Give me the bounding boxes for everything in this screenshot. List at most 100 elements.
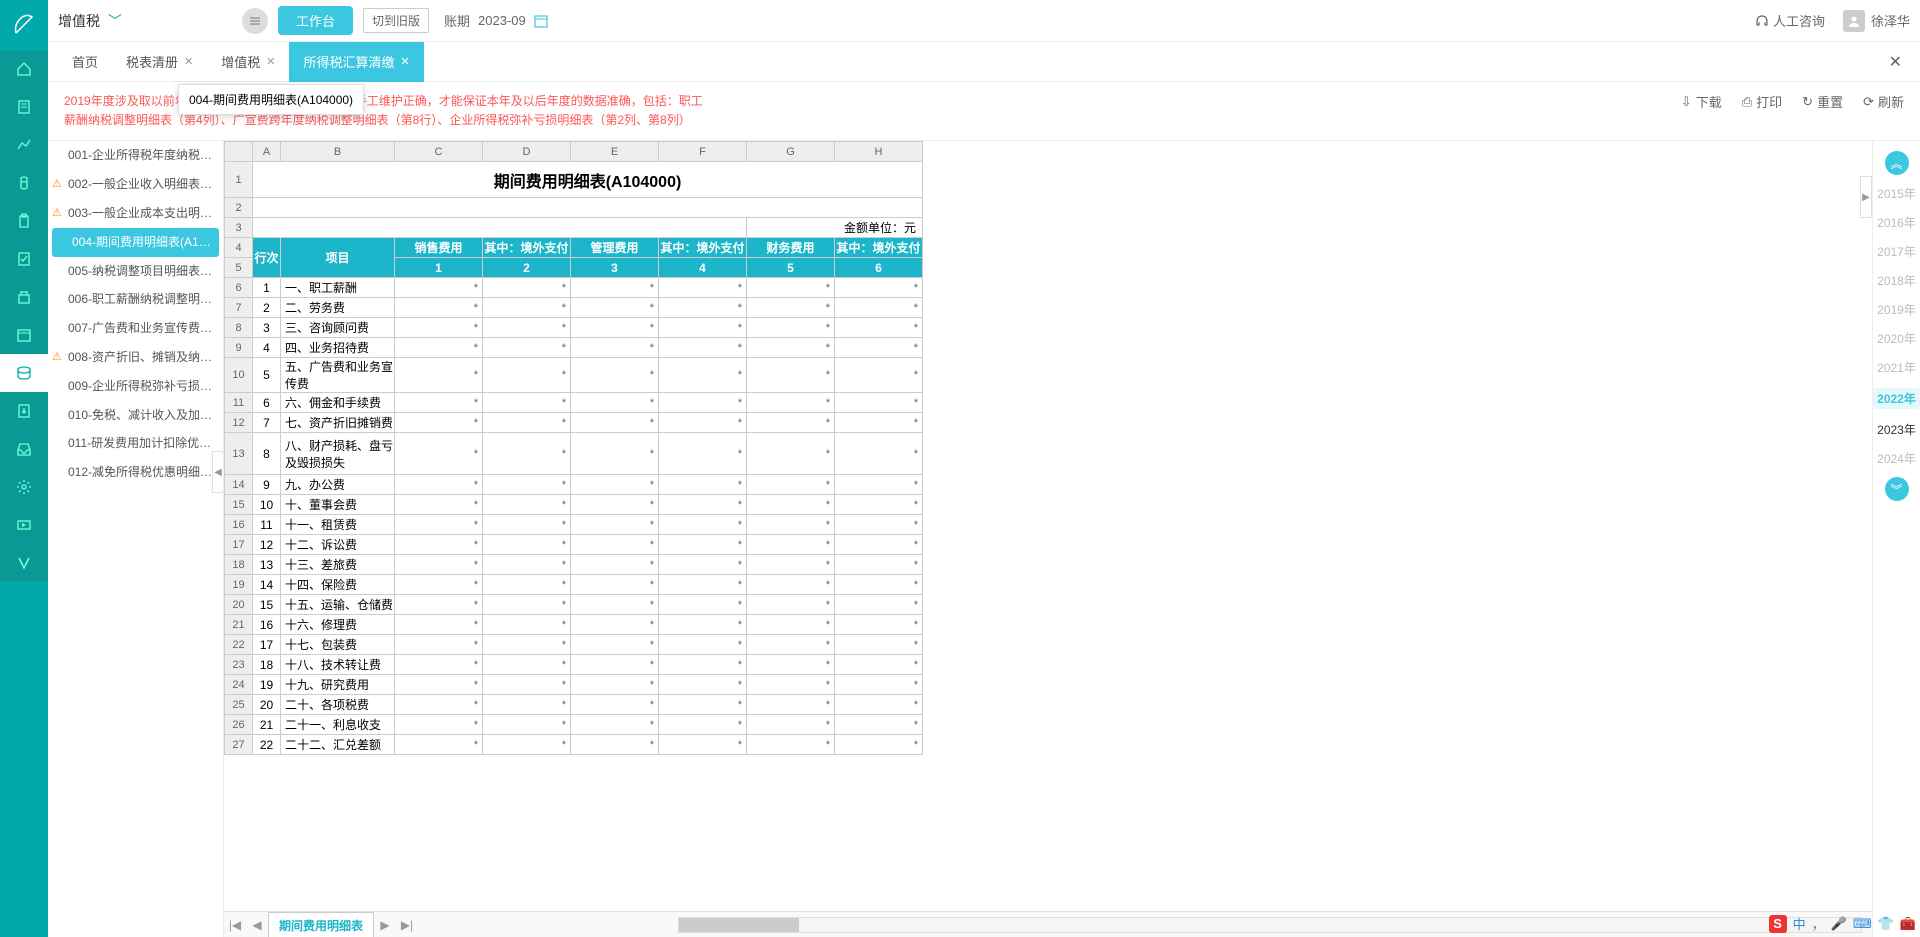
data-cell[interactable]: *: [835, 318, 923, 338]
data-cell[interactable]: *: [571, 555, 659, 575]
data-cell[interactable]: *: [571, 338, 659, 358]
data-cell[interactable]: *: [747, 575, 835, 595]
data-cell[interactable]: *: [483, 635, 571, 655]
data-cell[interactable]: *: [835, 715, 923, 735]
data-cell[interactable]: *: [395, 413, 483, 433]
data-cell[interactable]: *: [483, 715, 571, 735]
data-cell[interactable]: *: [835, 358, 923, 393]
data-cell[interactable]: *: [835, 475, 923, 495]
data-cell[interactable]: *: [747, 298, 835, 318]
data-cell[interactable]: *: [659, 515, 747, 535]
sheet-nav-first[interactable]: |◀: [224, 918, 246, 932]
data-cell[interactable]: *: [395, 555, 483, 575]
data-cell[interactable]: *: [659, 298, 747, 318]
report-item-7[interactable]: ⚠008-资产折旧、摊销及纳税…: [48, 343, 223, 372]
ime-tool-icon[interactable]: 🧰: [1900, 916, 1916, 932]
data-cell[interactable]: *: [395, 715, 483, 735]
data-cell[interactable]: *: [747, 555, 835, 575]
data-cell[interactable]: *: [483, 595, 571, 615]
data-cell[interactable]: *: [571, 475, 659, 495]
data-cell[interactable]: *: [835, 675, 923, 695]
data-cell[interactable]: *: [659, 495, 747, 515]
tab-1[interactable]: 税表清册✕: [112, 42, 207, 82]
data-cell[interactable]: *: [835, 575, 923, 595]
data-cell[interactable]: *: [835, 735, 923, 755]
sheet-nav-last[interactable]: ▶|: [396, 918, 418, 932]
nav-doc[interactable]: [0, 88, 48, 126]
data-cell[interactable]: *: [747, 278, 835, 298]
year-2024年[interactable]: 2024年: [1877, 450, 1916, 467]
data-cell[interactable]: *: [483, 413, 571, 433]
data-cell[interactable]: *: [659, 575, 747, 595]
year-2017年[interactable]: 2017年: [1877, 243, 1916, 260]
data-cell[interactable]: *: [483, 475, 571, 495]
nav-clipboard[interactable]: [0, 202, 48, 240]
data-cell[interactable]: *: [835, 595, 923, 615]
data-cell[interactable]: *: [483, 393, 571, 413]
nav-form[interactable]: [0, 278, 48, 316]
data-cell[interactable]: *: [483, 433, 571, 475]
data-cell[interactable]: *: [483, 495, 571, 515]
data-cell[interactable]: *: [747, 695, 835, 715]
data-cell[interactable]: *: [747, 635, 835, 655]
data-cell[interactable]: *: [747, 358, 835, 393]
data-cell[interactable]: *: [571, 515, 659, 535]
data-cell[interactable]: *: [571, 695, 659, 715]
report-item-9[interactable]: 010-免税、减计收入及加计…: [48, 401, 223, 430]
data-cell[interactable]: *: [483, 358, 571, 393]
expand-yearbar[interactable]: ▶: [1860, 176, 1872, 218]
report-item-8[interactable]: 009-企业所得税弥补亏损明…: [48, 372, 223, 401]
data-cell[interactable]: *: [747, 595, 835, 615]
data-cell[interactable]: *: [571, 358, 659, 393]
ime-mic-icon[interactable]: 🎤: [1831, 916, 1847, 932]
data-cell[interactable]: *: [395, 695, 483, 715]
nav-inbox[interactable]: [0, 430, 48, 468]
data-cell[interactable]: *: [395, 298, 483, 318]
data-cell[interactable]: *: [747, 495, 835, 515]
data-cell[interactable]: *: [483, 338, 571, 358]
data-cell[interactable]: *: [835, 635, 923, 655]
nav-settings[interactable]: [0, 468, 48, 506]
data-cell[interactable]: *: [835, 278, 923, 298]
data-cell[interactable]: *: [747, 735, 835, 755]
nav-chart[interactable]: [0, 126, 48, 164]
ime-punct[interactable]: ，: [1812, 914, 1825, 933]
nav-export[interactable]: [0, 392, 48, 430]
data-cell[interactable]: *: [395, 575, 483, 595]
data-cell[interactable]: *: [835, 555, 923, 575]
data-cell[interactable]: *: [395, 393, 483, 413]
switch-old-button[interactable]: 切到旧版: [363, 8, 429, 33]
data-cell[interactable]: *: [483, 555, 571, 575]
data-cell[interactable]: *: [659, 595, 747, 615]
data-cell[interactable]: *: [395, 515, 483, 535]
data-cell[interactable]: *: [395, 675, 483, 695]
data-cell[interactable]: *: [395, 615, 483, 635]
data-cell[interactable]: *: [395, 338, 483, 358]
year-2021年[interactable]: 2021年: [1877, 359, 1916, 376]
data-cell[interactable]: *: [747, 475, 835, 495]
report-item-5[interactable]: 006-职工薪酬纳税调整明细…: [48, 285, 223, 314]
data-cell[interactable]: *: [571, 675, 659, 695]
data-cell[interactable]: *: [395, 735, 483, 755]
workbench-button[interactable]: 工作台: [278, 6, 353, 35]
data-cell[interactable]: *: [571, 595, 659, 615]
data-cell[interactable]: *: [835, 298, 923, 318]
report-item-2[interactable]: ⚠003-一般企业成本支出明细…: [48, 199, 223, 228]
year-2016年[interactable]: 2016年: [1877, 214, 1916, 231]
data-cell[interactable]: *: [395, 318, 483, 338]
data-cell[interactable]: *: [835, 338, 923, 358]
hscroll-track[interactable]: [678, 917, 1862, 933]
data-cell[interactable]: *: [483, 695, 571, 715]
app-logo[interactable]: [9, 10, 39, 40]
data-cell[interactable]: *: [395, 358, 483, 393]
data-cell[interactable]: *: [747, 413, 835, 433]
report-item-3[interactable]: 004-期间费用明细表(A104…: [52, 228, 219, 257]
data-cell[interactable]: *: [395, 495, 483, 515]
data-cell[interactable]: *: [835, 393, 923, 413]
data-cell[interactable]: *: [483, 515, 571, 535]
data-cell[interactable]: *: [571, 535, 659, 555]
report-item-11[interactable]: 012-减免所得税优惠明细表(…: [48, 458, 223, 487]
data-cell[interactable]: *: [835, 495, 923, 515]
data-cell[interactable]: *: [659, 338, 747, 358]
data-cell[interactable]: *: [659, 278, 747, 298]
